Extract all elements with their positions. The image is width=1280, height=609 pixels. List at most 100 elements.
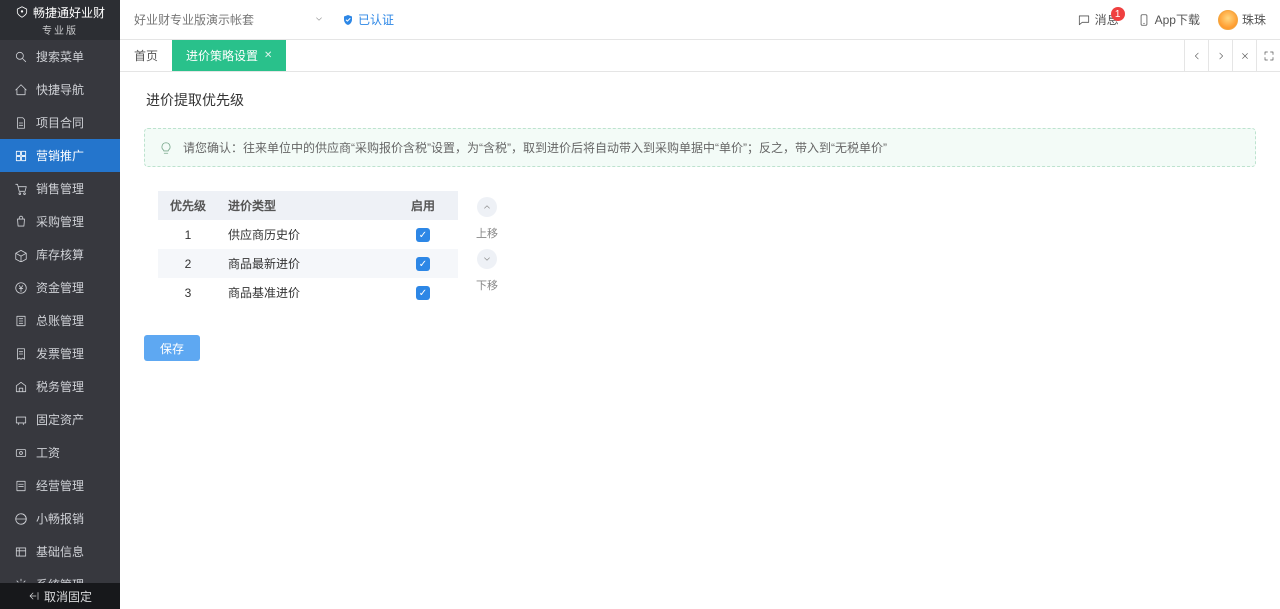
inventory-icon bbox=[14, 248, 28, 262]
sidebar-item-inventory[interactable]: 库存核算 bbox=[0, 238, 120, 271]
sidebar-item-quick-nav[interactable]: 快捷导航 bbox=[0, 73, 120, 106]
sidebar-item-label: 小畅报销 bbox=[36, 510, 84, 527]
sidebar-item-label: 项目合同 bbox=[36, 114, 84, 131]
verified-label: 已认证 bbox=[358, 11, 394, 28]
chevron-down-icon bbox=[314, 13, 324, 27]
info-alert: 请您确认：往来单位中的供应商“采购报价含税”设置，为“含税”，取到进价后将自动带… bbox=[144, 128, 1256, 167]
enable-checkbox[interactable]: ✓ bbox=[416, 257, 430, 271]
sidebar-item-general-ledger[interactable]: 总账管理 bbox=[0, 304, 120, 337]
cell-type: 供应商历史价 bbox=[218, 220, 388, 249]
cell-priority: 3 bbox=[158, 278, 218, 307]
sidebar-item-project-contract[interactable]: 项目合同 bbox=[0, 106, 120, 139]
sidebar-item-purchase[interactable]: 采购管理 bbox=[0, 205, 120, 238]
project-contract-icon bbox=[14, 116, 28, 130]
purchase-icon bbox=[14, 215, 28, 229]
chevron-up-icon bbox=[482, 202, 492, 212]
invoice-icon bbox=[14, 347, 28, 361]
cell-priority: 1 bbox=[158, 220, 218, 249]
tabs-controls bbox=[1184, 40, 1280, 71]
sidebar-item-marketing[interactable]: 营销推广 bbox=[0, 139, 120, 172]
sidebar-item-funds[interactable]: 资金管理 bbox=[0, 271, 120, 304]
sidebar-item-label: 税务管理 bbox=[36, 378, 84, 395]
user-name: 珠珠 bbox=[1242, 11, 1266, 28]
tab-home[interactable]: 首页 bbox=[120, 40, 172, 71]
cell-enable: ✓ bbox=[388, 220, 458, 249]
brand-sub: 专业版 bbox=[42, 22, 78, 37]
sidebar-item-label: 快捷导航 bbox=[36, 81, 84, 98]
move-down-label: 下移 bbox=[476, 277, 498, 293]
unpin-icon bbox=[28, 590, 40, 602]
sidebar-item-payroll[interactable]: 工资 bbox=[0, 436, 120, 469]
sidebar-item-operation[interactable]: 经营管理 bbox=[0, 469, 120, 502]
fixed-assets-icon bbox=[14, 413, 28, 427]
operation-icon bbox=[14, 479, 28, 493]
message-icon bbox=[1077, 13, 1091, 27]
chevron-down-icon bbox=[482, 254, 492, 264]
brand-name: 畅捷通好业财 bbox=[33, 4, 105, 21]
tab-home-label: 首页 bbox=[134, 47, 158, 64]
sidebar-item-label: 固定资产 bbox=[36, 411, 84, 428]
table-row[interactable]: 2商品最新进价✓ bbox=[158, 249, 458, 278]
tab-close-icon[interactable]: ✕ bbox=[264, 50, 272, 61]
verified-badge: 已认证 bbox=[342, 11, 394, 28]
sidebar-item-tax[interactable]: 税务管理 bbox=[0, 370, 120, 403]
sidebar-item-invoice[interactable]: 发票管理 bbox=[0, 337, 120, 370]
cell-priority: 2 bbox=[158, 249, 218, 278]
account-selector[interactable]: 好业财专业版演示帐套 bbox=[134, 11, 324, 28]
sidebar-item-sales[interactable]: 销售管理 bbox=[0, 172, 120, 205]
sidebar-item-label: 经营管理 bbox=[36, 477, 84, 494]
general-ledger-icon bbox=[14, 314, 28, 328]
sidebar-item-label: 营销推广 bbox=[36, 147, 84, 164]
quick-nav-icon bbox=[14, 83, 28, 97]
phone-icon bbox=[1137, 13, 1151, 27]
funds-icon bbox=[14, 281, 28, 295]
tabs-next-button[interactable] bbox=[1208, 40, 1232, 72]
sidebar-item-label: 搜索菜单 bbox=[36, 48, 84, 65]
save-button[interactable]: 保存 bbox=[144, 335, 200, 361]
sidebar-item-label: 发票管理 bbox=[36, 345, 84, 362]
sidebar: 畅捷通好业财 专业版 搜索菜单快捷导航项目合同营销推广销售管理采购管理库存核算资… bbox=[0, 0, 120, 609]
fullscreen-button[interactable] bbox=[1256, 40, 1280, 72]
unpin-button[interactable]: 取消固定 bbox=[0, 583, 120, 609]
sidebar-item-label: 采购管理 bbox=[36, 213, 84, 230]
tabs-prev-button[interactable] bbox=[1184, 40, 1208, 72]
sales-icon bbox=[14, 182, 28, 196]
table-row[interactable]: 3商品基准进价 ✓ bbox=[158, 278, 458, 307]
sidebar-item-label: 基础信息 bbox=[36, 543, 84, 560]
sidebar-item-xiaochang-expense[interactable]: 小畅报销 bbox=[0, 502, 120, 535]
app-download-button[interactable]: App下载 bbox=[1137, 11, 1200, 28]
messages-button[interactable]: 消息 1 bbox=[1077, 11, 1119, 28]
brand-logo-icon bbox=[15, 5, 29, 19]
tabs-close-all-button[interactable] bbox=[1232, 40, 1256, 72]
move-up-button[interactable] bbox=[477, 197, 497, 217]
table-row[interactable]: 1供应商历史价 ✓ bbox=[158, 220, 458, 249]
bulb-icon bbox=[159, 141, 173, 155]
reorder-controls: 上移 下移 bbox=[476, 197, 498, 293]
search-menu-icon bbox=[14, 50, 28, 64]
sidebar-item-base-info[interactable]: 基础信息 bbox=[0, 535, 120, 568]
xiaochang-expense-icon bbox=[14, 512, 28, 526]
enable-checkbox[interactable]: ✓ bbox=[416, 228, 430, 242]
alert-text: 请您确认：往来单位中的供应商“采购报价含税”设置，为“含税”，取到进价后将自动带… bbox=[183, 139, 887, 156]
col-enable: 启用 bbox=[388, 191, 458, 220]
tab-price-strategy[interactable]: 进价策略设置 ✕ bbox=[172, 40, 286, 71]
cell-enable: ✓ bbox=[388, 278, 458, 307]
unpin-label: 取消固定 bbox=[44, 588, 92, 605]
enable-checkbox[interactable]: ✓ bbox=[416, 286, 430, 300]
sidebar-item-search-menu[interactable]: 搜索菜单 bbox=[0, 40, 120, 73]
cell-enable: ✓ bbox=[388, 249, 458, 278]
sidebar-item-label: 库存核算 bbox=[36, 246, 84, 263]
user-menu[interactable]: 珠珠 bbox=[1218, 10, 1266, 30]
chevron-right-icon bbox=[1216, 51, 1226, 61]
base-info-icon bbox=[14, 545, 28, 559]
col-priority: 优先级 bbox=[158, 191, 218, 220]
sidebar-item-label: 资金管理 bbox=[36, 279, 84, 296]
col-type: 进价类型 bbox=[218, 191, 388, 220]
sidebar-item-label: 销售管理 bbox=[36, 180, 84, 197]
move-down-button[interactable] bbox=[477, 249, 497, 269]
close-icon bbox=[1240, 51, 1250, 61]
sidebar-item-fixed-assets[interactable]: 固定资产 bbox=[0, 403, 120, 436]
shield-icon bbox=[342, 14, 354, 26]
cell-type: 商品基准进价 bbox=[218, 278, 388, 307]
app-download-label: App下载 bbox=[1155, 11, 1200, 28]
